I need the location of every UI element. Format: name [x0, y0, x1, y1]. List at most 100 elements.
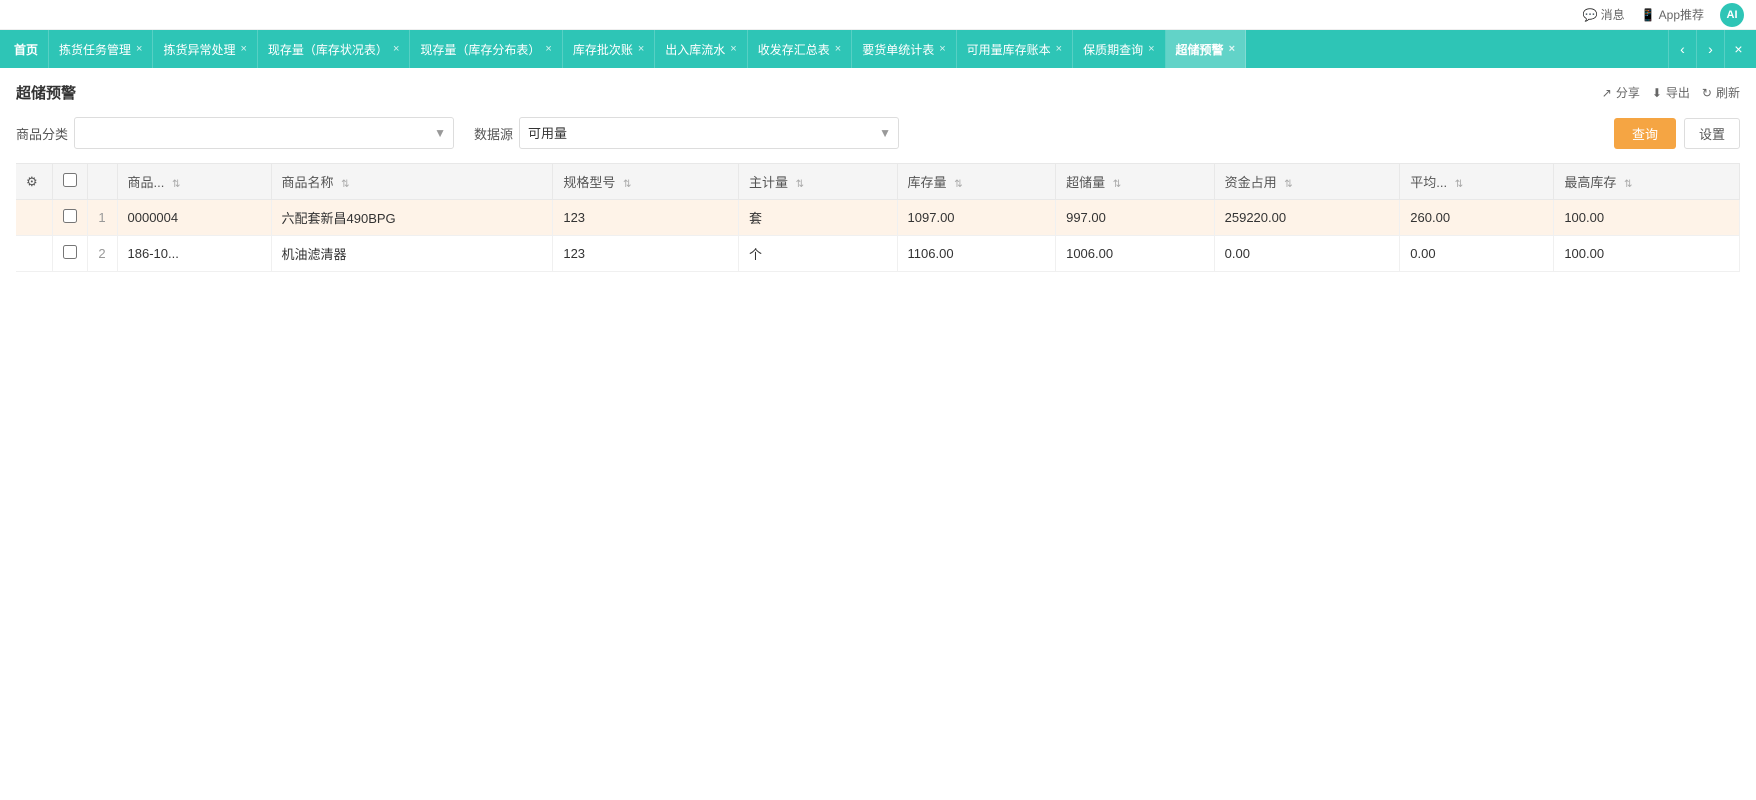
th-max-stock[interactable]: 最高库存 ⇅ — [1554, 164, 1740, 200]
data-table: ⚙ 商品... ⇅ 商品名称 ⇅ 规格型号 ⇅ — [16, 163, 1740, 272]
export-button[interactable]: ⬇ 导出 — [1652, 84, 1690, 101]
row-checkbox-cell-0[interactable] — [52, 200, 87, 236]
datasource-select[interactable]: 可用量 — [519, 117, 899, 149]
row-unit-1: 个 — [739, 236, 898, 272]
th-stock-qty[interactable]: 库存量 ⇅ — [897, 164, 1056, 200]
sort-icon-max-stock: ⇅ — [1624, 179, 1632, 190]
message-btn[interactable]: 💬 消息 — [1583, 6, 1625, 23]
row-over-qty-0: 997.00 — [1056, 200, 1215, 236]
sort-icon-product-code: ⇅ — [172, 179, 180, 190]
category-label: 商品分类 — [16, 124, 68, 143]
th-unit[interactable]: 主计量 ⇅ — [739, 164, 898, 200]
nav-tab-expiry-query[interactable]: 保质期查询 × — [1073, 30, 1165, 68]
row-product-code-0: 0000004 — [117, 200, 271, 236]
datasource-filter-group: 数据源 可用量 ▼ — [474, 117, 899, 149]
avatar-image: AI — [1720, 3, 1744, 27]
sort-icon-avg: ⇅ — [1455, 179, 1463, 190]
category-select-wrapper: ▼ — [74, 117, 454, 149]
th-capital-occ[interactable]: 资金占用 ⇅ — [1214, 164, 1400, 200]
setting-button[interactable]: 设置 — [1684, 118, 1740, 149]
app-icon: 📱 — [1641, 8, 1656, 22]
share-button[interactable]: ↗ 分享 — [1602, 84, 1640, 101]
row-product-name-0: 六配套新昌490BPG — [271, 200, 553, 236]
nav-tab-pick-task[interactable]: 拣货任务管理 × — [49, 30, 153, 68]
category-select[interactable] — [74, 117, 454, 149]
title-actions: ↗ 分享 ⬇ 导出 ↻ 刷新 — [1602, 84, 1740, 101]
th-product-code[interactable]: 商品... ⇅ — [117, 164, 271, 200]
close-tab-order-stat[interactable]: × — [939, 43, 945, 55]
th-product-name[interactable]: 商品名称 ⇅ — [271, 164, 553, 200]
refresh-icon: ↻ — [1702, 86, 1712, 100]
select-all-checkbox[interactable] — [63, 173, 77, 187]
row-checkbox-0[interactable] — [63, 209, 77, 223]
user-avatar[interactable]: AI — [1720, 3, 1744, 27]
row-avg-0: 260.00 — [1400, 200, 1554, 236]
close-tab-stock-summary[interactable]: × — [835, 43, 841, 55]
close-tab-stock-flow[interactable]: × — [730, 43, 736, 55]
row-product-code-1: 186-10... — [117, 236, 271, 272]
row-spec-0: 123 — [553, 200, 739, 236]
export-icon: ⬇ — [1652, 86, 1662, 100]
row-checkbox-1[interactable] — [63, 245, 77, 259]
nav-tab-overstock-warning[interactable]: 超储预警 × — [1166, 30, 1246, 68]
th-avg[interactable]: 平均... ⇅ — [1400, 164, 1554, 200]
nav-arrows: ‹ › × — [1668, 30, 1752, 68]
th-over-qty[interactable]: 超储量 ⇅ — [1056, 164, 1215, 200]
th-settings[interactable]: ⚙ — [16, 164, 52, 200]
row-unit-0: 套 — [739, 200, 898, 236]
nav-arrow-left[interactable]: ‹ — [1668, 30, 1696, 68]
row-spec-1: 123 — [553, 236, 739, 272]
nav-tab-home[interactable]: 首页 — [4, 30, 49, 68]
nav-tab-stock-status[interactable]: 现存量（库存状况表） × — [258, 30, 410, 68]
close-tab-available-stock[interactable]: × — [1056, 43, 1062, 55]
refresh-button[interactable]: ↻ 刷新 — [1702, 84, 1740, 101]
category-filter-group: 商品分类 ▼ — [16, 117, 454, 149]
app-recommend-btn[interactable]: 📱 App推荐 — [1641, 6, 1704, 23]
sort-icon-unit: ⇅ — [796, 179, 804, 190]
row-gear-cell-0 — [16, 200, 52, 236]
nav-tab-stock-dist[interactable]: 现存量（库存分布表） × — [410, 30, 562, 68]
close-tab-stock-batch[interactable]: × — [638, 43, 644, 55]
close-tab-expiry-query[interactable]: × — [1148, 43, 1154, 55]
row-num-0: 1 — [87, 200, 117, 236]
row-gear-cell-1 — [16, 236, 52, 272]
sort-icon-capital-occ: ⇅ — [1284, 179, 1292, 190]
filter-row: 商品分类 ▼ 数据源 可用量 ▼ 查询 设置 — [16, 117, 1740, 149]
nav-tab-available-stock[interactable]: 可用量库存账本 × — [957, 30, 1073, 68]
row-capital-occ-0: 259220.00 — [1214, 200, 1400, 236]
page-title: 超储预警 — [16, 82, 76, 103]
nav-tab-stock-summary[interactable]: 收发存汇总表 × — [748, 30, 852, 68]
table-row: 1 0000004 六配套新昌490BPG 123 套 1097.00 997.… — [16, 200, 1740, 236]
th-spec[interactable]: 规格型号 ⇅ — [553, 164, 739, 200]
th-row-num — [87, 164, 117, 200]
close-tab-stock-dist[interactable]: × — [545, 43, 551, 55]
close-tab-pick-task[interactable]: × — [136, 43, 142, 55]
nav-tab-pick-exception[interactable]: 拣货异常处理 × — [153, 30, 257, 68]
sort-icon-over-qty: ⇅ — [1113, 179, 1121, 190]
message-icon: 💬 — [1583, 8, 1598, 22]
sort-icon-product-name: ⇅ — [341, 179, 349, 190]
row-capital-occ-1: 0.00 — [1214, 236, 1400, 272]
close-tab-overstock-warning[interactable]: × — [1229, 43, 1235, 55]
close-tab-pick-exception[interactable]: × — [240, 43, 246, 55]
nav-arrow-close[interactable]: × — [1724, 30, 1752, 68]
row-num-1: 2 — [87, 236, 117, 272]
sort-icon-spec: ⇅ — [623, 179, 631, 190]
th-checkbox[interactable] — [52, 164, 87, 200]
row-stock-qty-0: 1097.00 — [897, 200, 1056, 236]
nav-tabs-bar: 首页 拣货任务管理 × 拣货异常处理 × 现存量（库存状况表） × 现存量（库存… — [0, 30, 1756, 68]
table-header-row: ⚙ 商品... ⇅ 商品名称 ⇅ 规格型号 ⇅ — [16, 164, 1740, 200]
row-checkbox-cell-1[interactable] — [52, 236, 87, 272]
nav-arrow-right[interactable]: › — [1696, 30, 1724, 68]
nav-tab-stock-batch[interactable]: 库存批次账 × — [563, 30, 655, 68]
settings-icon: ⚙ — [26, 174, 38, 189]
row-avg-1: 0.00 — [1400, 236, 1554, 272]
close-tab-stock-status[interactable]: × — [393, 43, 399, 55]
row-max-stock-1: 100.00 — [1554, 236, 1740, 272]
datasource-select-wrapper: 可用量 ▼ — [519, 117, 899, 149]
row-stock-qty-1: 1106.00 — [897, 236, 1056, 272]
nav-tab-stock-flow[interactable]: 出入库流水 × — [655, 30, 747, 68]
nav-tab-order-stat[interactable]: 要货单统计表 × — [852, 30, 956, 68]
page-content: 超储预警 ↗ 分享 ⬇ 导出 ↻ 刷新 商品分类 ▼ — [0, 68, 1756, 286]
query-button[interactable]: 查询 — [1614, 118, 1676, 149]
